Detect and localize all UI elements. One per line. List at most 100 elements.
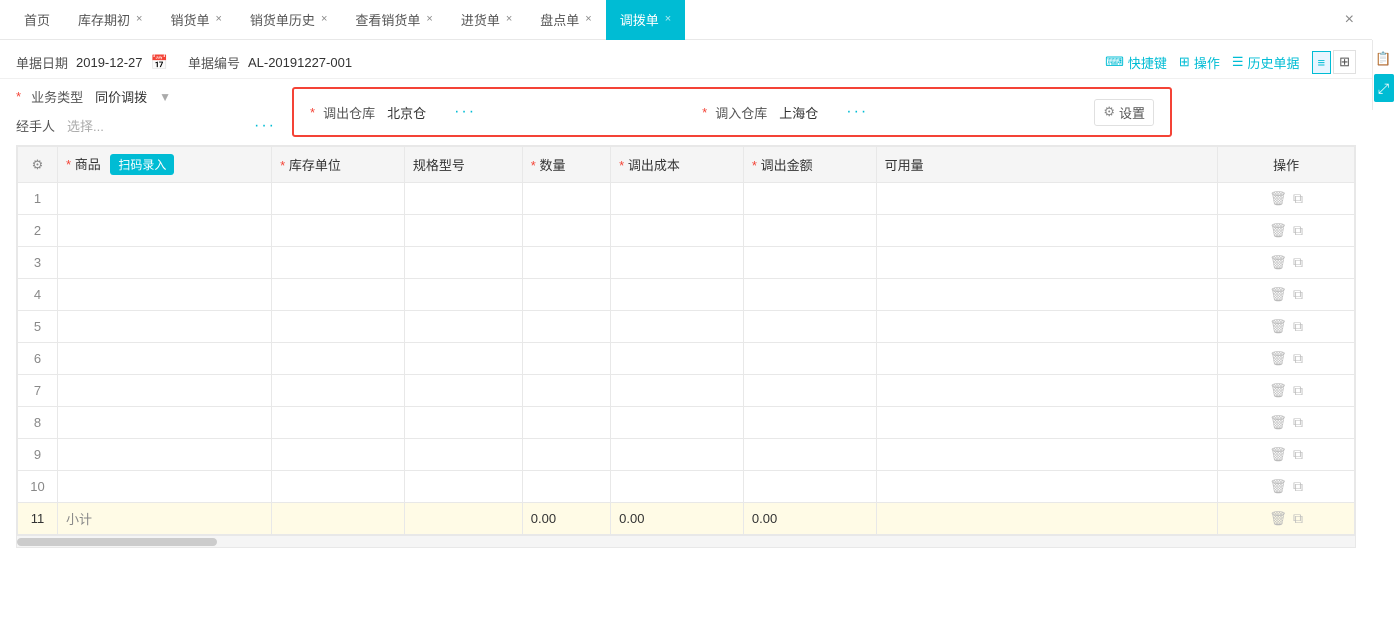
row-spec-2[interactable]: [404, 215, 522, 247]
row-qty-8[interactable]: [522, 407, 610, 439]
list-view-button[interactable]: ≡: [1312, 51, 1332, 74]
row-unit-4[interactable]: [272, 279, 405, 311]
delete-icon-7[interactable]: 🗑: [1269, 382, 1287, 399]
business-type-dropdown[interactable]: ▼: [159, 90, 171, 104]
delete-icon-9[interactable]: 🗑: [1269, 446, 1287, 463]
row-unit-6[interactable]: [272, 343, 405, 375]
row-qty-3[interactable]: [522, 247, 610, 279]
history-action[interactable]: ☰ 历史单据: [1232, 53, 1300, 72]
tab-stocktake[interactable]: 盘点单 ×: [526, 0, 605, 40]
copy-icon-10[interactable]: ⧉: [1293, 478, 1303, 495]
row-available-9[interactable]: [876, 439, 1218, 471]
row-available-8[interactable]: [876, 407, 1218, 439]
row-available-6[interactable]: [876, 343, 1218, 375]
row-unit-1[interactable]: [272, 183, 405, 215]
tab-purchase[interactable]: 进货单 ×: [447, 0, 526, 40]
delete-icon-3[interactable]: 🗑: [1269, 254, 1287, 271]
copy-icon-2[interactable]: ⧉: [1293, 222, 1303, 239]
row-available-7[interactable]: [876, 375, 1218, 407]
tab-home[interactable]: 首页: [10, 0, 64, 40]
row-product-2[interactable]: [58, 215, 272, 247]
col-gear[interactable]: ⚙: [18, 147, 58, 183]
copy-icon-6[interactable]: ⧉: [1293, 350, 1303, 367]
row-cost-9[interactable]: [611, 439, 744, 471]
tab-view-sales[interactable]: 查看销货单 ×: [341, 0, 446, 40]
copy-icon-7[interactable]: ⧉: [1293, 382, 1303, 399]
row-product-10[interactable]: [58, 471, 272, 503]
tab-sales-history[interactable]: 销货单历史 ×: [236, 0, 341, 40]
tab-sales-close[interactable]: ×: [215, 14, 221, 25]
copy-icon-5[interactable]: ⧉: [1293, 318, 1303, 335]
tab-transfer[interactable]: 调拨单 ×: [606, 0, 685, 40]
row-cost-5[interactable]: [611, 311, 744, 343]
row-cost-7[interactable]: [611, 375, 744, 407]
warehouse-out-more-button[interactable]: ···: [454, 103, 476, 121]
row-unit-10[interactable]: [272, 471, 405, 503]
row-cost-2[interactable]: [611, 215, 744, 247]
row-cost-3[interactable]: [611, 247, 744, 279]
settings-button[interactable]: ⚙ 设置: [1094, 99, 1154, 126]
copy-icon[interactable]: ⧉: [1293, 510, 1303, 527]
copy-icon-3[interactable]: ⧉: [1293, 254, 1303, 271]
row-available-10[interactable]: [876, 471, 1218, 503]
row-amount-3[interactable]: [743, 247, 876, 279]
row-unit-2[interactable]: [272, 215, 405, 247]
row-qty-7[interactable]: [522, 375, 610, 407]
row-cost-10[interactable]: [611, 471, 744, 503]
row-spec-4[interactable]: [404, 279, 522, 311]
scan-button[interactable]: 扫码录入: [110, 154, 174, 175]
row-available-2[interactable]: [876, 215, 1218, 247]
row-product-7[interactable]: [58, 375, 272, 407]
row-available-5[interactable]: [876, 311, 1218, 343]
sidebar-doc-icon[interactable]: 📋: [1375, 48, 1393, 70]
row-spec-8[interactable]: [404, 407, 522, 439]
row-unit-5[interactable]: [272, 311, 405, 343]
person-more-button[interactable]: ···: [254, 117, 276, 135]
grid-view-button[interactable]: ⊞: [1333, 50, 1356, 74]
row-product-4[interactable]: [58, 279, 272, 311]
row-spec-9[interactable]: [404, 439, 522, 471]
row-amount-5[interactable]: [743, 311, 876, 343]
delete-icon-2[interactable]: 🗑: [1269, 222, 1287, 239]
row-product-9[interactable]: [58, 439, 272, 471]
tab-purchase-close[interactable]: ×: [506, 14, 512, 25]
row-unit-7[interactable]: [272, 375, 405, 407]
tab-transfer-close[interactable]: ×: [665, 14, 671, 25]
row-product-5[interactable]: [58, 311, 272, 343]
window-close-button[interactable]: ×: [1337, 11, 1362, 29]
row-spec-7[interactable]: [404, 375, 522, 407]
row-amount-6[interactable]: [743, 343, 876, 375]
row-amount-7[interactable]: [743, 375, 876, 407]
row-available-3[interactable]: [876, 247, 1218, 279]
copy-icon-4[interactable]: ⧉: [1293, 286, 1303, 303]
calendar-icon[interactable]: 📅: [151, 54, 168, 71]
row-cost-6[interactable]: [611, 343, 744, 375]
row-qty-9[interactable]: [522, 439, 610, 471]
delete-icon-8[interactable]: 🗑: [1269, 414, 1287, 431]
row-product-6[interactable]: [58, 343, 272, 375]
delete-icon-5[interactable]: 🗑: [1269, 318, 1287, 335]
delete-icon[interactable]: 🗑: [1269, 510, 1287, 527]
row-qty-5[interactable]: [522, 311, 610, 343]
horizontal-scrollbar[interactable]: [17, 535, 1355, 547]
delete-icon-10[interactable]: 🗑: [1269, 478, 1287, 495]
row-spec-10[interactable]: [404, 471, 522, 503]
scrollbar-thumb[interactable]: [17, 538, 217, 546]
tab-stocktake-close[interactable]: ×: [585, 14, 591, 25]
copy-icon-1[interactable]: ⧉: [1293, 190, 1303, 207]
person-placeholder[interactable]: 选择...: [67, 116, 104, 135]
operations-action[interactable]: ⊞ 操作: [1179, 53, 1220, 72]
row-qty-2[interactable]: [522, 215, 610, 247]
row-cost-1[interactable]: [611, 183, 744, 215]
row-spec-6[interactable]: [404, 343, 522, 375]
tab-inventory-init[interactable]: 库存期初 ×: [64, 0, 156, 40]
delete-icon-6[interactable]: 🗑: [1269, 350, 1287, 367]
row-available-1[interactable]: [876, 183, 1218, 215]
row-spec-3[interactable]: [404, 247, 522, 279]
shortcut-action[interactable]: ⌨ 快捷键: [1105, 53, 1167, 72]
row-cost-8[interactable]: [611, 407, 744, 439]
row-product-3[interactable]: [58, 247, 272, 279]
row-amount-10[interactable]: [743, 471, 876, 503]
row-unit-3[interactable]: [272, 247, 405, 279]
row-qty-4[interactable]: [522, 279, 610, 311]
